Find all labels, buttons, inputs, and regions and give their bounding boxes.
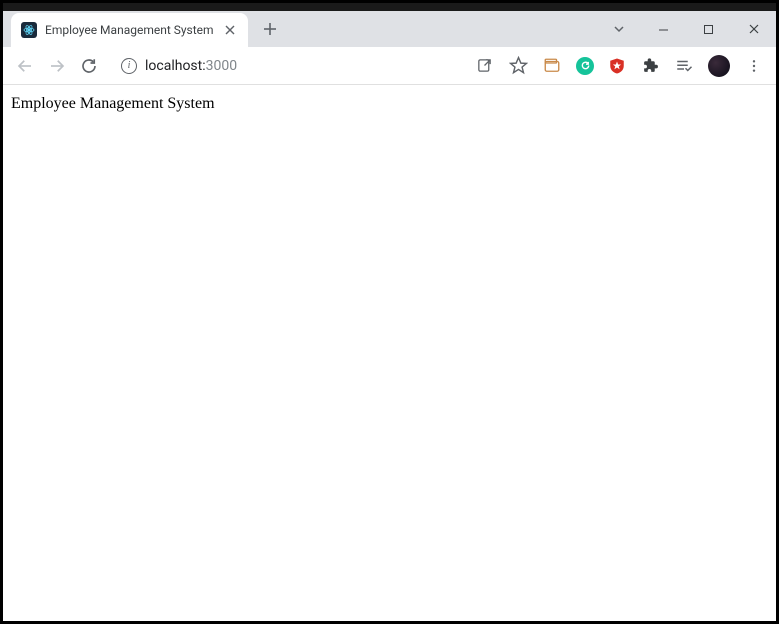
tab-close-icon[interactable] (222, 22, 238, 38)
url-port: 3000 (206, 58, 237, 74)
toolbar-right (474, 55, 768, 77)
extension-wallet-icon[interactable] (542, 56, 562, 76)
share-icon[interactable] (474, 56, 494, 76)
browser-window: Employee Management System (0, 0, 779, 624)
browser-toolbar: i localhost:3000 (3, 47, 776, 85)
address-bar[interactable]: i localhost:3000 (121, 51, 460, 81)
extension-ublock-icon[interactable] (608, 57, 626, 75)
tab-strip: Employee Management System (3, 11, 776, 47)
window-controls (596, 11, 776, 47)
new-tab-button[interactable] (256, 15, 284, 43)
maximize-button[interactable] (686, 14, 731, 44)
tab-title: Employee Management System (45, 23, 214, 37)
minimize-button[interactable] (641, 14, 686, 44)
url-host: localhost: (145, 58, 206, 74)
site-info-icon[interactable]: i (121, 58, 137, 74)
profile-avatar[interactable] (708, 55, 730, 77)
kebab-menu-icon[interactable] (744, 56, 764, 76)
bookmark-star-icon[interactable] (508, 56, 528, 76)
browser-tab[interactable]: Employee Management System (11, 13, 248, 47)
page-content: Employee Management System (3, 85, 776, 621)
page-heading: Employee Management System (11, 95, 768, 113)
react-favicon (21, 22, 37, 38)
tab-search-icon[interactable] (596, 23, 641, 35)
url-text: localhost:3000 (145, 58, 237, 74)
forward-button[interactable] (43, 52, 71, 80)
extensions-puzzle-icon[interactable] (640, 56, 660, 76)
extension-grammarly-icon[interactable] (576, 57, 594, 75)
close-window-button[interactable] (731, 14, 776, 44)
reload-button[interactable] (75, 52, 103, 80)
reading-list-icon[interactable] (674, 56, 694, 76)
back-button[interactable] (11, 52, 39, 80)
window-titlebar (3, 3, 776, 11)
